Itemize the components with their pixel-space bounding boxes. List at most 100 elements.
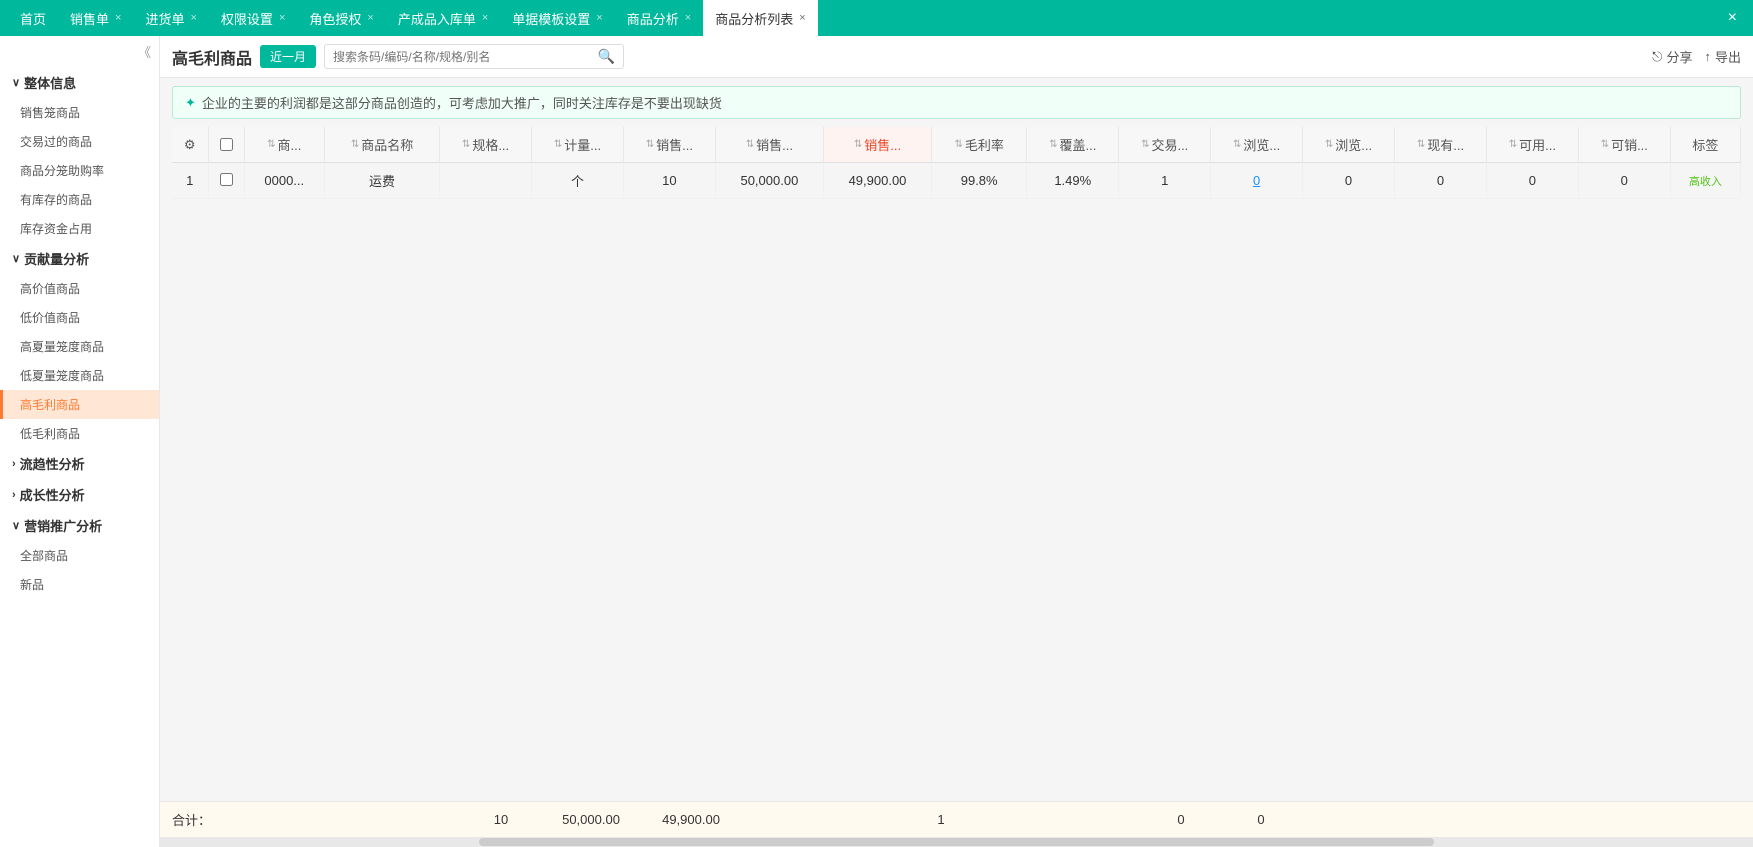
total-stock1: 0: [1141, 812, 1221, 827]
arrow-down-icon3: ∨: [12, 519, 20, 532]
notice-bar: ✦ 企业的主要的利润都是这部分商品创造的，可考虑加大推广，同时关注库存是不要出现…: [172, 86, 1741, 119]
sidebar-item-low-freq[interactable]: 低夏量笼度商品: [0, 361, 159, 390]
nav-product-analysis-list[interactable]: 商品分析列表 ×: [703, 0, 817, 36]
search-icon[interactable]: 🔍: [598, 48, 615, 65]
nav-purchase[interactable]: 进货单 ×: [133, 0, 208, 36]
table-header-row: ⚙ ⇅ 商...: [172, 127, 1741, 163]
nav-template-close[interactable]: ×: [596, 12, 602, 24]
notice-icon: ✦: [185, 95, 196, 111]
sidebar-item-new-products[interactable]: 新品: [0, 570, 159, 599]
nav-product-analysis[interactable]: 商品分析 ×: [615, 0, 703, 36]
nav-product-inbound[interactable]: 产成品入库单 ×: [386, 0, 500, 36]
sort-icon10: ⇅: [1141, 139, 1149, 150]
sort-icon13: ⇅: [1417, 139, 1425, 150]
row-stock1: 0: [1394, 163, 1486, 199]
share-button[interactable]: ⎋ 分享: [1652, 47, 1692, 66]
col-name[interactable]: ⇅ 商品名称: [325, 127, 440, 163]
sidebar-group-contribution[interactable]: ∨ 贡献量分析: [0, 243, 159, 274]
row-select-checkbox[interactable]: [220, 173, 233, 186]
sidebar-item-traded[interactable]: 交易过的商品: [0, 127, 159, 156]
row-name: 运费: [325, 163, 440, 199]
arrow-down-icon2: ∨: [12, 252, 20, 265]
nav-sales[interactable]: 销售单 ×: [58, 0, 133, 36]
sidebar-item-all-products[interactable]: 全部商品: [0, 541, 159, 570]
sidebar-group-trend[interactable]: › 流趋性分析: [0, 448, 159, 479]
search-input[interactable]: [333, 50, 598, 64]
row-sales1: 10: [623, 163, 715, 199]
col-stock1[interactable]: ⇅ 现有...: [1394, 127, 1486, 163]
row-checkbox[interactable]: [208, 163, 244, 199]
share-icon: ⎋: [1652, 49, 1662, 65]
row-tag: 高收入: [1670, 163, 1740, 199]
nav-roles-close[interactable]: ×: [367, 12, 373, 24]
sidebar-collapse-button[interactable]: 《: [0, 36, 159, 67]
col-trade[interactable]: ⇅ 交易...: [1119, 127, 1211, 163]
col-gross-rate[interactable]: ⇅ 毛利率: [932, 127, 1027, 163]
close-all-tabs[interactable]: ×: [1720, 9, 1745, 27]
col-sales3[interactable]: ⇅ 销售...: [823, 127, 931, 163]
sort-icon9: ⇅: [1049, 139, 1057, 150]
header-actions: ⎋ 分享 ↑ 导出: [1652, 47, 1741, 66]
col-browse1[interactable]: ⇅ 浏览...: [1211, 127, 1303, 163]
sidebar-item-low-value[interactable]: 低价值商品: [0, 303, 159, 332]
col-checkbox[interactable]: [208, 127, 244, 163]
col-browse2[interactable]: ⇅ 浏览...: [1303, 127, 1395, 163]
total-label: 合计：: [172, 810, 211, 829]
row-trade: 1: [1119, 163, 1211, 199]
total-sales2: 50,000.00: [541, 812, 641, 827]
export-button[interactable]: ↑ 导出: [1704, 47, 1741, 66]
horizontal-scrollbar[interactable]: [160, 837, 1753, 847]
nav-product-analysis-list-close[interactable]: ×: [799, 12, 805, 24]
table-row: 1 0000... 运费 个 10 50,000.00 49,900.00 99…: [172, 163, 1741, 199]
sidebar-item-sales-cage[interactable]: 销售笼商品: [0, 98, 159, 127]
row-stock2: 0: [1486, 163, 1578, 199]
sidebar-item-high-value[interactable]: 高价值商品: [0, 274, 159, 303]
notice-text: 企业的主要的利润都是这部分商品创造的，可考虑加大推广，同时关注库存是不要出现缺货: [202, 93, 722, 112]
sort-icon2: ⇅: [351, 139, 359, 150]
sidebar-item-high-freq[interactable]: 高夏量笼度商品: [0, 332, 159, 361]
nav-sales-close[interactable]: ×: [115, 12, 121, 24]
sidebar-group-overall[interactable]: ∨ 整体信息: [0, 67, 159, 98]
nav-purchase-close[interactable]: ×: [190, 12, 196, 24]
nav-product-inbound-close[interactable]: ×: [482, 12, 488, 24]
sidebar-group-marketing[interactable]: ∨ 营销推广分析: [0, 510, 159, 541]
total-sales1: 10: [461, 812, 541, 827]
row-browse1[interactable]: 0: [1211, 163, 1303, 199]
sidebar-item-high-margin[interactable]: 高毛利商品: [0, 390, 159, 419]
col-spec[interactable]: ⇅ 规格...: [440, 127, 532, 163]
sidebar-item-in-stock[interactable]: 有库存的商品: [0, 185, 159, 214]
col-code[interactable]: ⇅ 商...: [244, 127, 325, 163]
col-unit[interactable]: ⇅ 计量...: [532, 127, 624, 163]
col-sales1[interactable]: ⇅ 销售...: [623, 127, 715, 163]
sidebar-group-growth[interactable]: › 成长性分析: [0, 479, 159, 510]
sidebar-item-capital-occupation[interactable]: 库存资金占用: [0, 214, 159, 243]
row-index: 1: [172, 163, 208, 199]
search-box: 🔍: [324, 44, 624, 69]
col-coverage[interactable]: ⇅ 覆盖...: [1027, 127, 1119, 163]
date-filter-button[interactable]: 近一月: [260, 45, 316, 68]
nav-template[interactable]: 单据模板设置 ×: [500, 0, 614, 36]
nav-roles[interactable]: 角色授权 ×: [297, 0, 385, 36]
row-browse2: 0: [1303, 163, 1395, 199]
row-sales2: 50,000.00: [715, 163, 823, 199]
sort-icon11: ⇅: [1233, 139, 1241, 150]
nav-permissions[interactable]: 权限设置 ×: [209, 0, 297, 36]
col-sales2[interactable]: ⇅ 销售...: [715, 127, 823, 163]
total-sales3: 49,900.00: [641, 812, 741, 827]
nav-home[interactable]: 首页: [8, 0, 58, 36]
scrollbar-thumb: [479, 838, 1435, 846]
sort-icon4: ⇅: [554, 139, 562, 150]
sidebar-item-low-margin[interactable]: 低毛利商品: [0, 419, 159, 448]
col-settings[interactable]: ⚙: [172, 127, 208, 163]
nav-permissions-close[interactable]: ×: [279, 12, 285, 24]
sidebar-item-assist-purchase[interactable]: 商品分笼助购率: [0, 156, 159, 185]
select-all-checkbox[interactable]: [220, 138, 233, 151]
arrow-down-icon: ∨: [12, 76, 20, 89]
col-stock3[interactable]: ⇅ 可销...: [1578, 127, 1670, 163]
nav-product-analysis-close[interactable]: ×: [685, 12, 691, 24]
sort-icon3: ⇅: [462, 139, 470, 150]
settings-icon: ⚙: [184, 137, 196, 153]
col-stock2[interactable]: ⇅ 可用...: [1486, 127, 1578, 163]
content-area: 高毛利商品 近一月 🔍 ⎋ 分享 ↑ 导出 ✦ 企业的主要的利润都是这部分商品创…: [160, 36, 1753, 847]
sort-icon: ⇅: [267, 139, 275, 150]
